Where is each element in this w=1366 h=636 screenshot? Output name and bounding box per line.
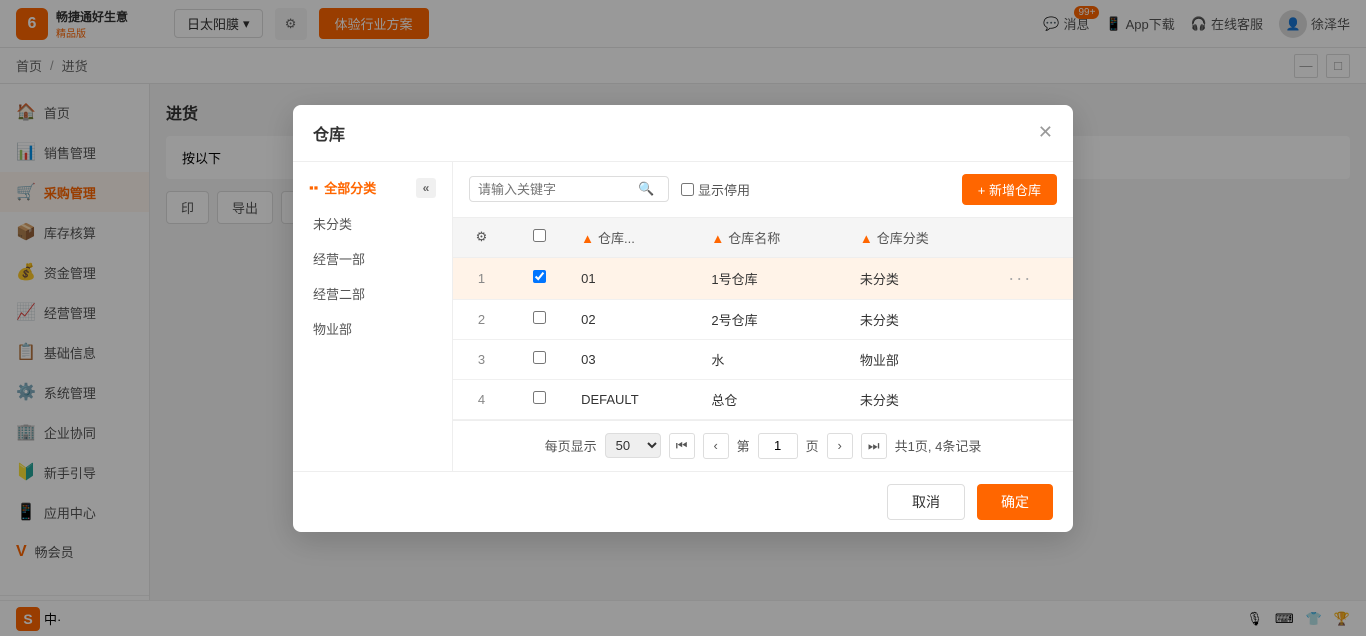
modal-right-panel: 🔍 显示停用 + 新增仓库 ⚙ (453, 162, 1073, 471)
search-input[interactable] (478, 182, 638, 197)
row-actions (996, 339, 1073, 379)
select-all-checkbox[interactable] (533, 229, 546, 242)
row-category: 未分类 (848, 299, 996, 339)
row-number: 1 (453, 257, 510, 299)
collapse-button[interactable]: « (416, 178, 436, 198)
page-size-select[interactable]: 50 100 200 (605, 433, 661, 458)
row-category: 未分类 (848, 379, 996, 419)
row-code: 02 (569, 299, 699, 339)
category-item-dept2[interactable]: 经营二部 (293, 276, 452, 311)
row-number: 3 (453, 339, 510, 379)
row-checkbox-cell (510, 339, 569, 379)
category-all[interactable]: ▪▪ 全部分类 « (293, 170, 452, 206)
row-checkbox-cell (510, 379, 569, 419)
warehouse-modal: 仓库 ✕ ▪▪ 全部分类 « 未分类 经营一部 经营二部 物业部 (293, 105, 1073, 532)
show-disabled-check[interactable] (681, 183, 694, 196)
row-checkbox-cell (510, 257, 569, 299)
modal-left-panel: ▪▪ 全部分类 « 未分类 经营一部 经营二部 物业部 (293, 162, 453, 471)
row-checkbox-cell (510, 299, 569, 339)
col-name: ▲仓库名称 (699, 218, 847, 258)
row-category: 未分类 (848, 257, 996, 299)
row-code: 03 (569, 339, 699, 379)
category-item-dept1[interactable]: 经营一部 (293, 241, 452, 276)
col-code: ▲仓库... (569, 218, 699, 258)
modal-pagination: 每页显示 50 100 200 ⏮ ‹ 第 页 › ⏭ 共1页, 4条记录 (453, 420, 1073, 471)
page-input[interactable] (758, 433, 798, 459)
row-checkbox[interactable] (533, 270, 546, 283)
row-number: 2 (453, 299, 510, 339)
warehouse-table: ⚙ ▲仓库... ▲仓库名称 ▲仓库分类 1 01 1号仓库 未分 (453, 218, 1073, 420)
modal-footer: 取消 确定 (293, 471, 1073, 532)
table-header-row: ⚙ ▲仓库... ▲仓库名称 ▲仓库分类 (453, 218, 1073, 258)
row-name: 总仓 (699, 379, 847, 419)
modal-title: 仓库 (313, 121, 345, 145)
last-page-button[interactable]: ⏭ (861, 433, 887, 459)
row-category: 物业部 (848, 339, 996, 379)
row-checkbox[interactable] (533, 391, 546, 404)
modal-body: ▪▪ 全部分类 « 未分类 经营一部 经营二部 物业部 🔍 (293, 162, 1073, 471)
first-page-button[interactable]: ⏮ (669, 433, 695, 459)
grid-icon: ▪▪ (309, 180, 318, 195)
modal-search-bar: 🔍 显示停用 + 新增仓库 (453, 162, 1073, 218)
search-input-wrap: 🔍 (469, 176, 669, 202)
modal-table: ⚙ ▲仓库... ▲仓库名称 ▲仓库分类 1 01 1号仓库 未分 (453, 218, 1073, 420)
prev-page-button[interactable]: ‹ (703, 433, 729, 459)
table-row[interactable]: 4 DEFAULT 总仓 未分类 (453, 379, 1073, 419)
confirm-button[interactable]: 确定 (977, 484, 1053, 520)
row-name: 水 (699, 339, 847, 379)
row-actions: ··· (996, 257, 1073, 299)
row-checkbox[interactable] (533, 351, 546, 364)
col-setting[interactable]: ⚙ (453, 218, 510, 258)
row-code: 01 (569, 257, 699, 299)
search-icon: 🔍 (638, 181, 654, 197)
show-disabled-checkbox[interactable]: 显示停用 (681, 180, 750, 199)
category-item-uncategorized[interactable]: 未分类 (293, 206, 452, 241)
row-actions (996, 379, 1073, 419)
row-number: 4 (453, 379, 510, 419)
add-warehouse-button[interactable]: + 新增仓库 (962, 174, 1057, 205)
col-actions (996, 218, 1073, 258)
cancel-button[interactable]: 取消 (887, 484, 965, 520)
modal-close-button[interactable]: ✕ (1038, 122, 1053, 143)
row-checkbox[interactable] (533, 311, 546, 324)
row-name: 1号仓库 (699, 257, 847, 299)
col-category: ▲仓库分类 (848, 218, 996, 258)
category-item-property[interactable]: 物业部 (293, 311, 452, 346)
col-checkbox (510, 218, 569, 258)
row-code: DEFAULT (569, 379, 699, 419)
modal-overlay: 仓库 ✕ ▪▪ 全部分类 « 未分类 经营一部 经营二部 物业部 (0, 0, 1366, 636)
next-page-button[interactable]: › (827, 433, 853, 459)
table-row[interactable]: 1 01 1号仓库 未分类 ··· (453, 257, 1073, 299)
modal-header: 仓库 ✕ (293, 105, 1073, 162)
table-row[interactable]: 2 02 2号仓库 未分类 (453, 299, 1073, 339)
table-row[interactable]: 3 03 水 物业部 (453, 339, 1073, 379)
action-dots[interactable]: ··· (1008, 268, 1032, 288)
table-body: 1 01 1号仓库 未分类 ··· 2 02 2号仓库 未分类 3 03 水 物… (453, 257, 1073, 419)
row-name: 2号仓库 (699, 299, 847, 339)
row-actions (996, 299, 1073, 339)
